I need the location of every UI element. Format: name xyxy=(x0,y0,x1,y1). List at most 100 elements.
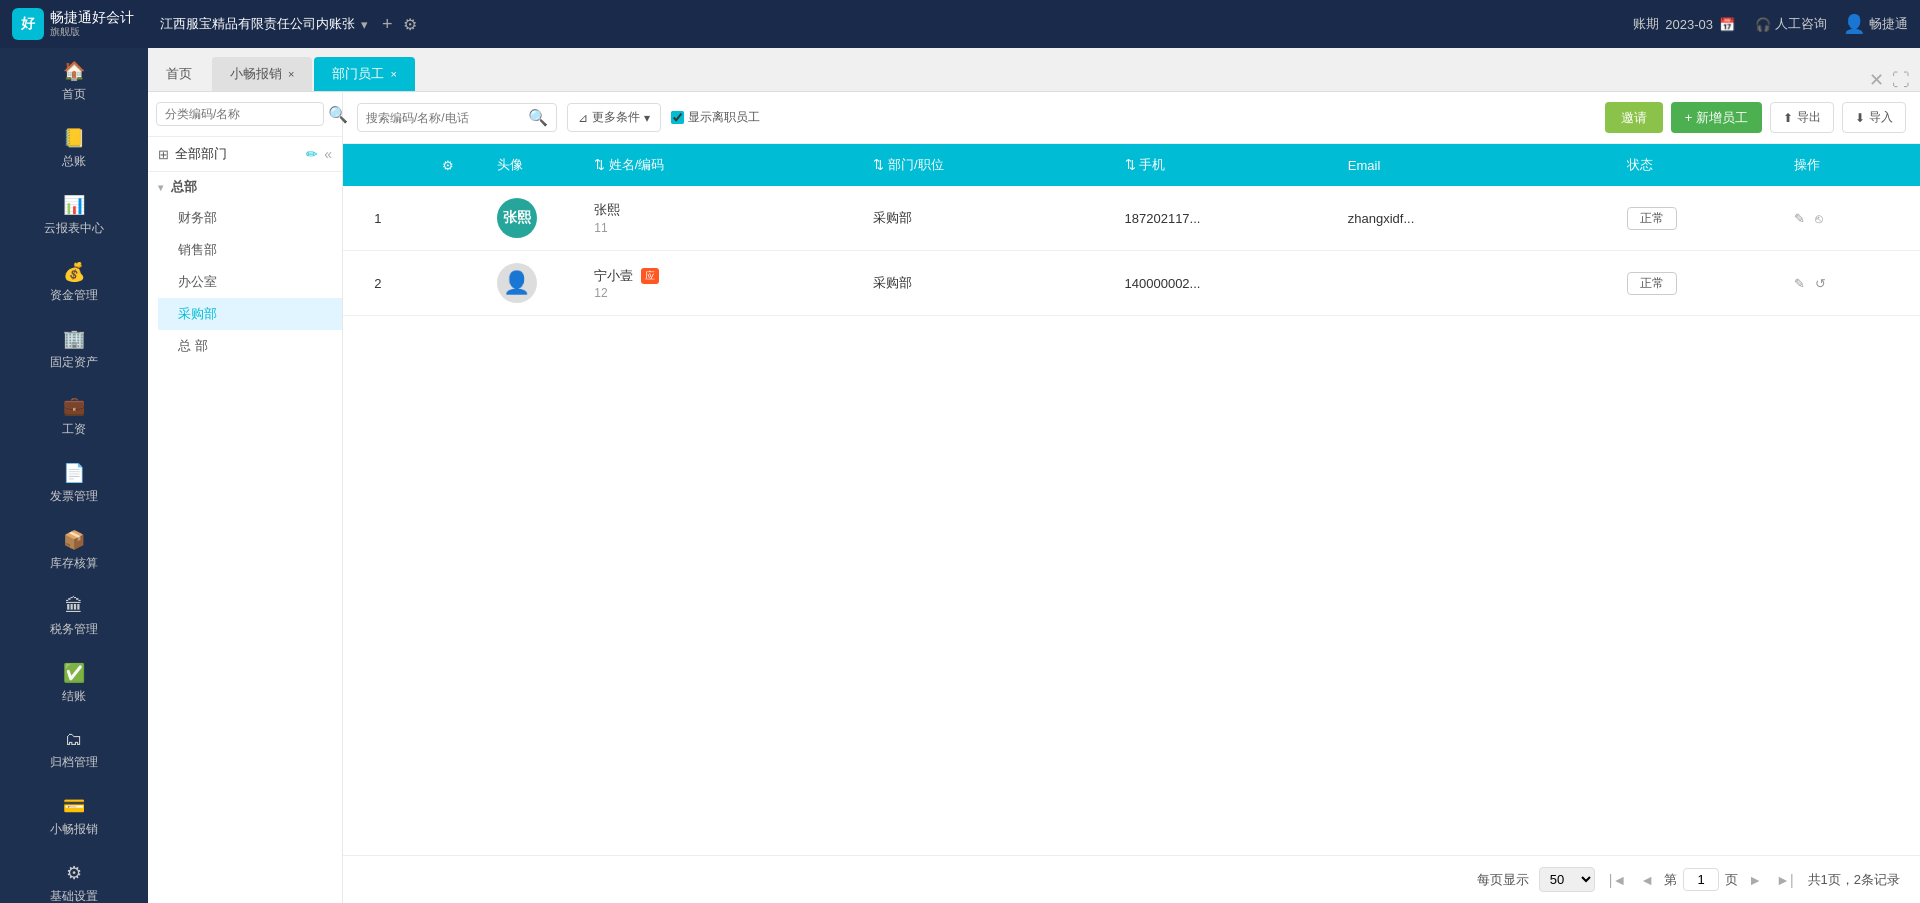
row2-edit-icon[interactable]: ✎ xyxy=(1794,276,1805,291)
th-phone[interactable]: ⇅ 手机 xyxy=(1111,144,1334,186)
invite-button[interactable]: 邀请 xyxy=(1605,102,1663,133)
sidebar-label-capital: 资金管理 xyxy=(50,287,98,304)
dept-node-caiwu[interactable]: 财务部 xyxy=(158,202,342,234)
sidebar-label-checkout: 结账 xyxy=(62,688,86,705)
sidebar-item-assets[interactable]: 🏢 固定资产 xyxy=(0,316,148,383)
th-name[interactable]: ⇅ 姓名/编码 xyxy=(580,144,859,186)
sidebar-label-home: 首页 xyxy=(62,86,86,103)
assets-icon: 🏢 xyxy=(63,328,85,350)
all-dept-header[interactable]: ⊞ 全部部门 ✏ « xyxy=(148,137,342,172)
tab-dept-close[interactable]: × xyxy=(390,68,396,80)
table-row: 1 张熙 张熙 11 xyxy=(343,186,1920,251)
tax-icon: 🏛 xyxy=(65,596,83,617)
row1-email: zhangxidf... xyxy=(1334,186,1613,251)
sidebar-item-salary[interactable]: 💼 工资 xyxy=(0,383,148,450)
tab-expense[interactable]: 小畅报销 × xyxy=(212,57,312,91)
last-page-button[interactable]: ►| xyxy=(1772,870,1798,890)
settings-icon2: ⚙ xyxy=(66,862,82,884)
page-size-select[interactable]: 50 20 100 xyxy=(1539,867,1595,892)
row2-emp-code: 12 xyxy=(594,286,607,300)
dept-node-zongbu[interactable]: 总 部 xyxy=(158,330,342,362)
first-page-button[interactable]: |◄ xyxy=(1605,870,1631,890)
filter-icon: ⊿ xyxy=(578,111,588,125)
add-employee-button[interactable]: + 新增员工 xyxy=(1671,102,1762,133)
dept-node-bangong[interactable]: 办公室 xyxy=(158,266,342,298)
user-avatar-icon: 👤 xyxy=(1843,13,1865,35)
sidebar-item-archive[interactable]: 🗂 归档管理 xyxy=(0,717,148,783)
show-resign-checkbox[interactable] xyxy=(671,111,684,124)
row2-email xyxy=(1334,251,1613,316)
row2-refresh-icon[interactable]: ↺ xyxy=(1815,276,1826,291)
tab-expense-close[interactable]: × xyxy=(288,68,294,80)
company-dropdown-icon[interactable]: ▾ xyxy=(361,17,368,32)
sidebar-item-ledger[interactable]: 📒 总账 xyxy=(0,115,148,182)
edit-dept-icon[interactable]: ✏ xyxy=(306,146,318,162)
import-button[interactable]: ⬇ 导入 xyxy=(1842,102,1906,133)
collapse-left-icon[interactable]: « xyxy=(324,146,332,162)
tab-expense-label: 小畅报销 xyxy=(230,65,282,83)
sidebar-item-reports[interactable]: 📊 云报表中心 xyxy=(0,182,148,249)
service-button[interactable]: 🎧 人工咨询 xyxy=(1755,15,1827,33)
dept-node-caigou[interactable]: 采购部 xyxy=(158,298,342,330)
user-section[interactable]: 👤 畅捷通 xyxy=(1843,13,1908,35)
show-resign-label[interactable]: 显示离职员工 xyxy=(671,109,760,126)
th-settings[interactable]: ⚙ xyxy=(413,144,483,186)
sidebar: 🏠 首页 📒 总账 📊 云报表中心 💰 资金管理 🏢 固定资产 💼 工资 📄 发… xyxy=(0,48,148,903)
tab-home[interactable]: 首页 xyxy=(148,57,210,91)
page-input[interactable] xyxy=(1683,868,1719,891)
ledger-icon: 📒 xyxy=(63,127,85,149)
row1-avatar: 张熙 xyxy=(483,186,581,251)
filter-label: 更多条件 xyxy=(592,109,640,126)
row1-actions: ✎ ⎋ xyxy=(1780,186,1920,251)
th-no xyxy=(343,144,413,186)
page-label: 第 xyxy=(1664,871,1677,889)
dept-header-actions: ✏ « xyxy=(306,146,332,162)
th-status: 状态 xyxy=(1613,144,1780,186)
row1-status: 正常 xyxy=(1613,186,1780,251)
employee-search-box[interactable]: 🔍 xyxy=(357,103,557,132)
row2-tag: 应 xyxy=(641,268,659,284)
dept-search-area: 🔍 xyxy=(148,92,342,137)
sidebar-item-capital[interactable]: 💰 资金管理 xyxy=(0,249,148,316)
total-label: 共1页，2条记录 xyxy=(1808,871,1900,889)
capital-icon: 💰 xyxy=(63,261,85,283)
avatar-circle-1: 张熙 xyxy=(497,198,537,238)
headset-icon: 🎧 xyxy=(1755,17,1771,32)
th-dept[interactable]: ⇅ 部门/职位 xyxy=(859,144,1110,186)
sidebar-item-inventory[interactable]: 📦 库存核算 xyxy=(0,517,148,584)
page-suffix: 页 xyxy=(1725,871,1738,889)
employee-search-input[interactable] xyxy=(366,111,524,125)
next-page-button[interactable]: ► xyxy=(1744,870,1766,890)
sidebar-item-tax[interactable]: 🏛 税务管理 xyxy=(0,584,148,650)
add-employee-label: + 新增员工 xyxy=(1685,109,1748,127)
export-button[interactable]: ⬆ 导出 xyxy=(1770,102,1834,133)
add-company-icon[interactable]: + xyxy=(382,14,393,35)
row2-avatar: 👤 xyxy=(483,251,581,316)
dept-group-zongbu[interactable]: ▾ 总部 xyxy=(148,172,342,202)
dept-node-xiaoshou[interactable]: 销售部 xyxy=(158,234,342,266)
sidebar-label-salary: 工资 xyxy=(62,421,86,438)
period-selector[interactable]: 账期 2023-03 📅 xyxy=(1633,15,1735,33)
tab-expand-icon[interactable]: ⛶ xyxy=(1892,70,1910,91)
sidebar-item-settings[interactable]: ⚙ 基础设置 xyxy=(0,850,148,903)
row2-settings xyxy=(413,251,483,316)
filter-button[interactable]: ⊿ 更多条件 ▾ xyxy=(567,103,661,132)
prev-page-button[interactable]: ◄ xyxy=(1636,870,1658,890)
calendar-icon[interactable]: 📅 xyxy=(1719,17,1735,32)
settings-icon[interactable]: ⚙ xyxy=(403,15,417,34)
sidebar-item-checkout[interactable]: ✅ 结账 xyxy=(0,650,148,717)
tab-controls: ✕ ⛶ xyxy=(1859,69,1920,91)
search-icon[interactable]: 🔍 xyxy=(528,108,548,127)
row1-edit-icon[interactable]: ✎ xyxy=(1794,211,1805,226)
sidebar-label-ledger: 总账 xyxy=(62,153,86,170)
tab-close-window-icon[interactable]: ✕ xyxy=(1869,69,1884,91)
row2-dept: 采购部 xyxy=(859,251,1110,316)
sidebar-item-invoice[interactable]: 📄 发票管理 xyxy=(0,450,148,517)
tab-dept-employee[interactable]: 部门员工 × xyxy=(314,57,414,91)
company-selector[interactable]: 江西服宝精品有限责任公司内账张 ▾ + ⚙ xyxy=(160,14,1613,35)
sidebar-item-home[interactable]: 🏠 首页 xyxy=(0,48,148,115)
sidebar-label-tax: 税务管理 xyxy=(50,621,98,638)
dept-search-input[interactable] xyxy=(156,102,324,126)
sidebar-item-expense[interactable]: 💳 小畅报销 xyxy=(0,783,148,850)
row1-logout-icon[interactable]: ⎋ xyxy=(1815,211,1823,226)
